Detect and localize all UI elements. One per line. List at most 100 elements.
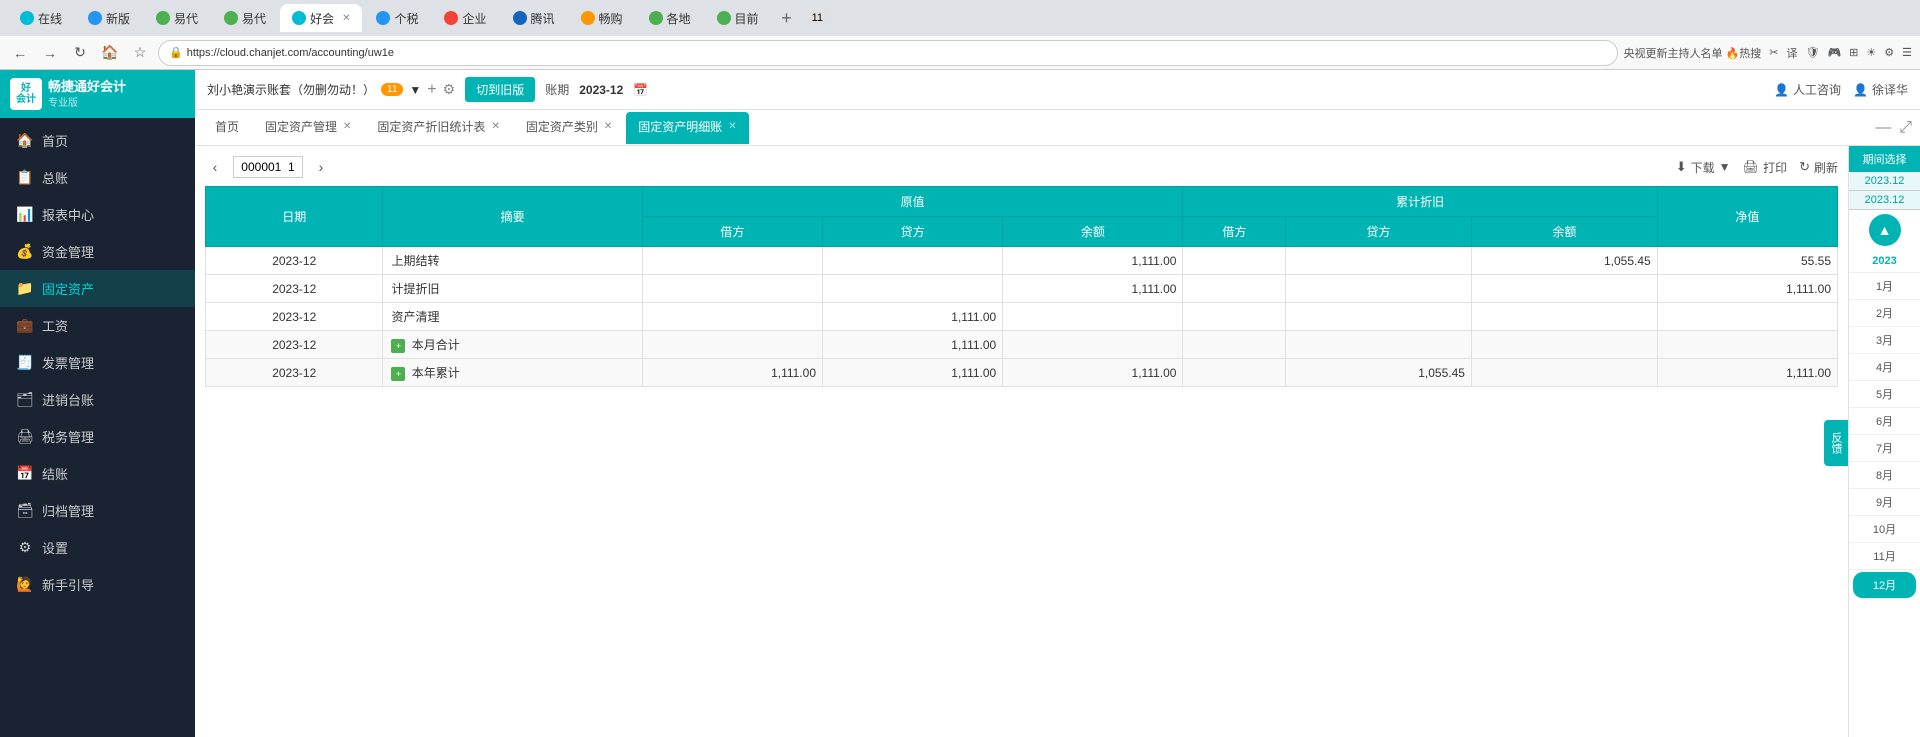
period-month-11[interactable]: 11月 [1849,543,1920,570]
dropdown-icon[interactable]: ▼ [409,83,421,97]
new-tab-button[interactable]: + [773,4,801,32]
period-month-1[interactable]: 1月 [1849,273,1920,300]
user-profile-button[interactable]: 👤 徐译华 [1853,81,1908,98]
browser-tab-chang[interactable]: 畅购 [569,4,635,32]
close-tab-2[interactable]: ✕ [491,121,499,132]
row3-summary: 资产清理 [383,303,642,331]
close-tab-3[interactable]: ✕ [604,121,612,132]
switch-version-button[interactable]: 切到旧版 [465,77,535,102]
browser-tab-tax[interactable]: 个税 [364,4,430,32]
refresh-browser-button[interactable]: ↻ [68,41,92,65]
tab-asset-category[interactable]: 固定资产类别 ✕ [514,112,624,144]
tab-asset-detail-ledger[interactable]: 固定资产明细账 ✕ [626,112,748,144]
pagination-row: ‹ › ⬇ 下载 ▼ 🖨 打印 ↻ [205,156,1838,178]
browser-tab-tencent[interactable]: 腾讯 [501,4,567,32]
browser-tab-yidai2[interactable]: 易代 [212,4,278,32]
browser-tab-new[interactable]: 新版 [76,4,142,32]
period-month-2[interactable]: 2月 [1849,300,1920,327]
maximize-tab-icon[interactable]: ⤢ [1899,119,1912,137]
minimize-tab-icon[interactable]: — [1875,119,1891,137]
prev-page-button[interactable]: ‹ [205,157,225,177]
next-page-button[interactable]: › [311,157,331,177]
period-scroll-up-button[interactable]: ▲ [1869,214,1901,246]
settings-btn[interactable]: ⚙ [1884,46,1894,59]
browser-tab-gedi[interactable]: 各地 [637,4,703,32]
address-bar[interactable]: 🔒 https://cloud.chanjet.com/accounting/u… [158,40,1618,66]
period-month-12[interactable]: 12月 [1853,572,1916,599]
period-month-7[interactable]: 7月 [1849,435,1920,462]
sidebar-brand-info: 畅捷通好会计 专业版 [48,79,126,110]
sidebar-item-close-period[interactable]: 📅 结账 [0,455,195,492]
close-tab-1[interactable]: ✕ [343,121,351,132]
grid-btn[interactable]: ⊞ [1849,46,1858,59]
row1-orig-balance: 1,111.00 [1003,247,1183,275]
forward-button[interactable]: → [38,41,62,65]
sidebar-item-guide[interactable]: 🙋 新手引导 [0,566,195,603]
bookmark-button[interactable]: ☆ [128,41,152,65]
tab-home[interactable]: 首页 [203,112,251,144]
sidebar-item-home[interactable]: 🏠 首页 [0,122,195,159]
period-month-4[interactable]: 4月 [1849,354,1920,381]
sidebar-item-payroll[interactable]: 💼 工资 [0,307,195,344]
refresh-button[interactable]: ↻ 刷新 [1799,159,1838,176]
brightness-btn[interactable]: ☀ [1866,46,1876,59]
period-month-9[interactable]: 9月 [1849,489,1920,516]
close-active-tab[interactable]: ✕ [342,13,350,24]
sidebar-item-general-ledger[interactable]: 📋 总账 [0,159,195,196]
period-month-5[interactable]: 5月 [1849,381,1920,408]
add-account-icon[interactable]: + [427,81,436,99]
period-month-3[interactable]: 3月 [1849,327,1920,354]
browser-tab-online[interactable]: 在线 [8,4,74,32]
period-year: 2023 [1849,250,1920,273]
tab-fixed-assets-mgmt[interactable]: 固定资产管理 ✕ [253,112,363,144]
page-tabs: 首页 固定资产管理 ✕ 固定资产折旧统计表 ✕ 固定资产类别 ✕ 固定资产明细账… [195,110,1920,146]
period-selected-start[interactable]: 2023.12 [1849,172,1920,191]
browser-tab-yidai1[interactable]: 易代 [144,4,210,32]
row2-summary: 计提折旧 [383,275,642,303]
period-selected-end[interactable]: 2023.12 [1849,191,1920,210]
human-service-button[interactable]: 👤 人工咨询 [1774,81,1841,98]
summary-icon: + [391,339,405,353]
browser-tab-muqian[interactable]: 目前 [705,4,771,32]
sidebar-item-purchase-sales[interactable]: 🗂 进销台账 [0,381,195,418]
period-calendar-icon[interactable]: 📅 [633,83,648,97]
sidebar-item-settings[interactable]: ⚙ 设置 [0,529,195,566]
page-number-input[interactable] [233,156,303,178]
col-dep-balance: 余额 [1471,217,1657,247]
row5-date: 2023-12 [206,359,383,387]
period-month-8[interactable]: 8月 [1849,462,1920,489]
row2-dep-balance [1471,275,1657,303]
browser-tab-enterprise[interactable]: 企业 [432,4,498,32]
feedback-button[interactable]: 反馈 [1824,420,1848,466]
cut-icon-btn[interactable]: ✂ [1769,46,1778,59]
payroll-icon: 💼 [16,317,34,334]
period-month-6[interactable]: 6月 [1849,408,1920,435]
search-news-btn[interactable]: 央视更新主持人名单 🔥热搜 [1624,45,1762,61]
back-button[interactable]: ← [8,41,32,65]
period-month-10[interactable]: 10月 [1849,516,1920,543]
download-button[interactable]: ⬇ 下载 ▼ [1676,159,1731,176]
menu-btn[interactable]: ☰ [1902,46,1912,59]
row3-dep-debit [1183,303,1286,331]
tab-depreciation-stats[interactable]: 固定资产折旧统计表 ✕ [365,112,511,144]
shield-btn[interactable]: 🛡 [1805,46,1819,59]
download-chevron[interactable]: ▼ [1719,160,1731,174]
account-name: 刘小艳演示账套（勿删勿动！） [207,81,375,98]
account-selector[interactable]: 刘小艳演示账套（勿删勿动！） 11 ▼ + ⚙ [207,81,455,99]
close-tab-4[interactable]: ✕ [728,121,736,132]
sidebar-item-tax[interactable]: 🖨 税务管理 [0,418,195,455]
sidebar-item-funds[interactable]: 💰 资金管理 [0,233,195,270]
home-browser-button[interactable]: 🏠 [98,41,122,65]
print-icon: 🖨 [1743,159,1760,175]
sidebar-item-archive[interactable]: 🗃 归档管理 [0,492,195,529]
browser-tab-active[interactable]: 好会 ✕ [280,4,362,32]
game-btn[interactable]: 🎮 [1827,46,1841,59]
print-button[interactable]: 🖨 打印 [1743,159,1788,176]
translate-btn[interactable]: 译 [1786,45,1797,61]
address-bar-row: ← → ↻ 🏠 ☆ 🔒 https://cloud.chanjet.com/ac… [0,36,1920,70]
settings-icon: ⚙ [16,539,34,556]
sidebar-item-reports[interactable]: 📊 报表中心 [0,196,195,233]
settings-account-icon[interactable]: ⚙ [443,81,456,98]
sidebar-item-invoice[interactable]: 🧾 发票管理 [0,344,195,381]
sidebar-item-fixed-assets[interactable]: 📁 固定资产 [0,270,195,307]
